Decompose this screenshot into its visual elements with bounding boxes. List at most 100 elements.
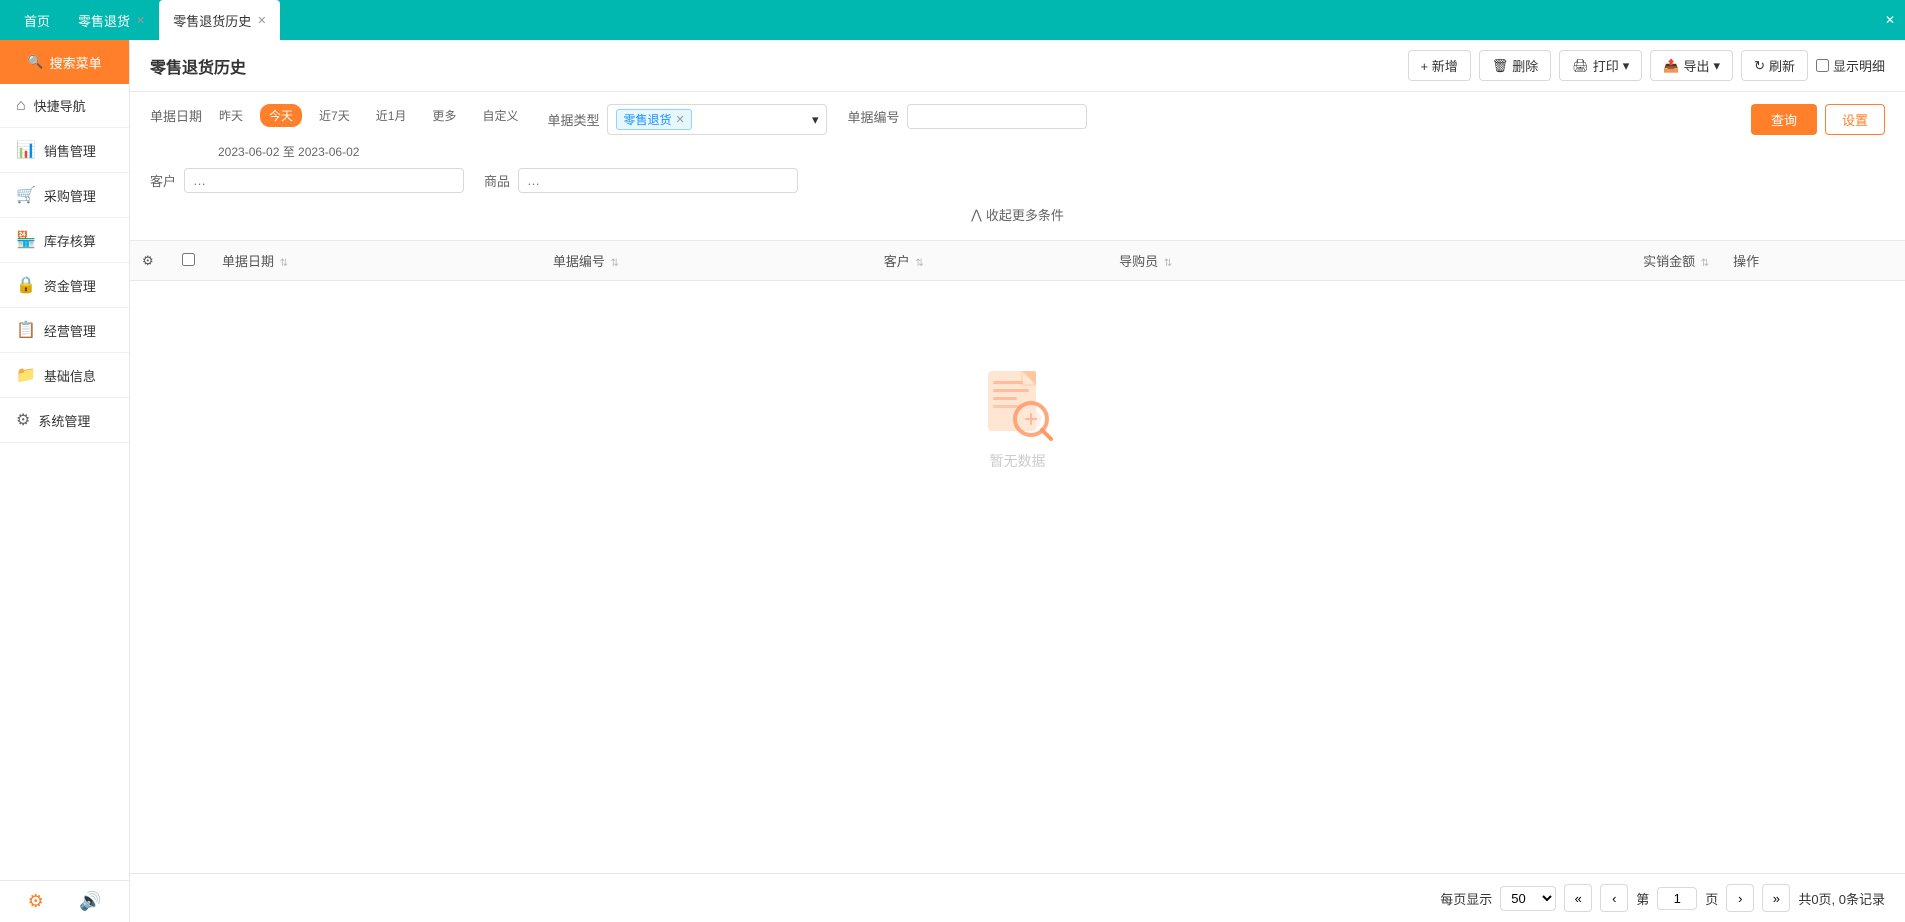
sidebar-item-quick-nav[interactable]: ⌂ 快捷导航 bbox=[0, 84, 129, 128]
filter-customer: 客户 bbox=[150, 168, 464, 193]
doc-type-select[interactable]: 零售退货 ✕ ▾ bbox=[607, 104, 827, 135]
sidebar-item-operations[interactable]: 📋 经营管理 bbox=[0, 308, 129, 353]
tab-retail-return[interactable]: 零售退货 ✕ bbox=[64, 0, 159, 40]
filter-date: 单据日期 昨天 今天 近7天 近1月 更多 自定义 bbox=[150, 104, 527, 127]
filter-dates: 昨天 今天 近7天 近1月 更多 自定义 bbox=[210, 104, 527, 127]
th-amount: 实销金额 ⇅ bbox=[1390, 241, 1721, 281]
show-detail-label: 显示明细 bbox=[1833, 56, 1885, 75]
last-page-button[interactable]: » bbox=[1762, 884, 1790, 912]
table-settings-icon[interactable]: ⚙ bbox=[142, 253, 154, 268]
print-chevron-icon: ▾ bbox=[1623, 58, 1630, 74]
sidebar-item-quick-nav-label: 快捷导航 bbox=[34, 96, 86, 115]
page-size-select[interactable]: 50 10 20 100 bbox=[1500, 886, 1556, 911]
sidebar-item-finance-label: 资金管理 bbox=[44, 276, 96, 295]
total-text: 共0页, 0条记录 bbox=[1798, 889, 1885, 908]
page-size-label: 每页显示 bbox=[1440, 889, 1492, 908]
goods-input[interactable] bbox=[518, 168, 798, 193]
setting-button[interactable]: 设置 bbox=[1825, 104, 1885, 135]
doc-type-tag-close[interactable]: ✕ bbox=[675, 113, 684, 126]
th-no: 单据编号 ⇅ bbox=[541, 241, 872, 281]
sidebar-search[interactable]: 🔍 搜索菜单 bbox=[0, 40, 129, 84]
quick-nav-icon: ⌂ bbox=[16, 97, 26, 115]
sidebar-item-basic-info[interactable]: 📁 基础信息 bbox=[0, 353, 129, 398]
go-page-label: 第 bbox=[1636, 889, 1649, 908]
sidebar-item-purchase[interactable]: 🛒 采购管理 bbox=[0, 173, 129, 218]
basic-info-icon: 📁 bbox=[16, 365, 36, 385]
refresh-button[interactable]: ↻ 刷新 bbox=[1741, 50, 1808, 81]
sidebar-item-sales[interactable]: 📊 销售管理 bbox=[0, 128, 129, 173]
sort-date-icon[interactable]: ⇅ bbox=[280, 258, 288, 269]
th-ops: 操作 bbox=[1721, 241, 1905, 281]
print-button[interactable]: 🖨 打印 ▾ bbox=[1559, 50, 1642, 81]
sidebar-search-label: 搜索菜单 bbox=[50, 53, 102, 72]
delete-button[interactable]: 🗑 删除 bbox=[1479, 50, 1552, 81]
collapse-up-icon: ⋀ bbox=[971, 207, 982, 223]
doc-type-label: 单据类型 bbox=[547, 110, 599, 129]
show-detail-checkbox[interactable] bbox=[1816, 59, 1829, 72]
doc-no-label: 单据编号 bbox=[847, 107, 899, 126]
show-detail-checkbox-label[interactable]: 显示明细 bbox=[1816, 56, 1885, 75]
inventory-icon: 🏪 bbox=[16, 230, 36, 250]
top-bar-close[interactable]: ✕ bbox=[1885, 13, 1895, 27]
sort-guide-icon[interactable]: ⇅ bbox=[1164, 258, 1172, 269]
search-icon: 🔍 bbox=[27, 54, 43, 70]
collapse-label: 收起更多条件 bbox=[986, 205, 1064, 224]
sidebar-item-operations-label: 经营管理 bbox=[44, 321, 96, 340]
volume-icon[interactable]: 🔊 bbox=[79, 891, 101, 912]
first-page-button[interactable]: « bbox=[1564, 884, 1592, 912]
tab-retail-return-history-close[interactable]: ✕ bbox=[257, 14, 266, 27]
customer-input[interactable] bbox=[184, 168, 464, 193]
doc-no-input[interactable] bbox=[907, 104, 1087, 129]
date-today[interactable]: 今天 bbox=[260, 104, 302, 127]
new-button[interactable]: + 新增 bbox=[1408, 50, 1471, 81]
data-table: ⚙ 单据日期 ⇅ 单据编号 ⇅ bbox=[130, 241, 1905, 551]
date-filter-label: 单据日期 bbox=[150, 106, 202, 125]
doc-type-tag: 零售退货 ✕ bbox=[616, 109, 691, 130]
date-yesterday[interactable]: 昨天 bbox=[210, 104, 252, 127]
sidebar-item-basic-info-label: 基础信息 bbox=[44, 366, 96, 385]
next-page-button[interactable]: › bbox=[1726, 884, 1754, 912]
date-custom[interactable]: 自定义 bbox=[473, 104, 527, 127]
date-7days[interactable]: 近7天 bbox=[310, 104, 359, 127]
th-amount-label: 实销金额 bbox=[1643, 254, 1695, 269]
collapse-filters-button[interactable]: ⋀ 收起更多条件 bbox=[959, 201, 1076, 228]
tab-retail-return-history[interactable]: 零售退货历史 ✕ bbox=[159, 0, 280, 40]
filter-row-2: 客户 商品 bbox=[150, 168, 1885, 193]
th-customer: 客户 ⇅ bbox=[872, 241, 1107, 281]
pagination: 每页显示 50 10 20 100 « ‹ 第 页 › » 共0页, 0条记录 bbox=[130, 873, 1905, 922]
content-area: 零售退货历史 + 新增 🗑 删除 🖨 打印 ▾ 📤 导出 ▾ bbox=[130, 40, 1905, 922]
settings-bottom-icon[interactable]: ⚙ bbox=[28, 891, 44, 912]
date-1month[interactable]: 近1月 bbox=[367, 104, 416, 127]
th-no-label: 单据编号 bbox=[553, 254, 605, 269]
export-button[interactable]: 📤 导出 ▾ bbox=[1650, 50, 1733, 81]
filter-goods: 商品 bbox=[484, 168, 798, 193]
th-guide-label: 导购员 bbox=[1119, 254, 1158, 269]
sort-customer-icon[interactable]: ⇅ bbox=[915, 258, 923, 269]
th-checkbox bbox=[170, 241, 210, 281]
sidebar-item-finance[interactable]: 🔒 资金管理 bbox=[0, 263, 129, 308]
prev-page-button[interactable]: ‹ bbox=[1600, 884, 1628, 912]
query-button[interactable]: 查询 bbox=[1751, 104, 1817, 135]
empty-state: 暂无数据 bbox=[130, 281, 1905, 551]
table-header-row: ⚙ 单据日期 ⇅ 单据编号 ⇅ bbox=[130, 241, 1905, 281]
print-icon: 🖨 bbox=[1572, 58, 1589, 74]
sidebar-item-sales-label: 销售管理 bbox=[44, 141, 96, 160]
goods-label: 商品 bbox=[484, 171, 510, 190]
main-layout: 🔍 搜索菜单 ⌂ 快捷导航 📊 销售管理 🛒 采购管理 🏪 库存核算 🔒 资金管… bbox=[0, 40, 1905, 922]
sidebar-item-inventory[interactable]: 🏪 库存核算 bbox=[0, 218, 129, 263]
select-all-checkbox[interactable] bbox=[182, 253, 195, 266]
th-ops-label: 操作 bbox=[1733, 254, 1759, 269]
doc-type-tag-value: 零售退货 bbox=[623, 111, 671, 128]
page-number-input[interactable] bbox=[1657, 887, 1697, 910]
purchase-icon: 🛒 bbox=[16, 185, 36, 205]
sidebar-bottom: ⚙ 🔊 bbox=[0, 880, 129, 922]
sort-amount-icon[interactable]: ⇅ bbox=[1701, 258, 1709, 269]
tab-home[interactable]: 首页 bbox=[10, 0, 64, 40]
sort-no-icon[interactable]: ⇅ bbox=[611, 258, 619, 269]
date-more[interactable]: 更多 bbox=[423, 104, 465, 127]
tab-retail-return-close[interactable]: ✕ bbox=[136, 14, 145, 27]
empty-row: 暂无数据 bbox=[130, 281, 1905, 552]
page-header: 零售退货历史 + 新增 🗑 删除 🖨 打印 ▾ 📤 导出 ▾ bbox=[130, 40, 1905, 92]
sidebar-item-system[interactable]: ⚙ 系统管理 bbox=[0, 398, 129, 443]
sidebar-item-inventory-label: 库存核算 bbox=[44, 231, 96, 250]
